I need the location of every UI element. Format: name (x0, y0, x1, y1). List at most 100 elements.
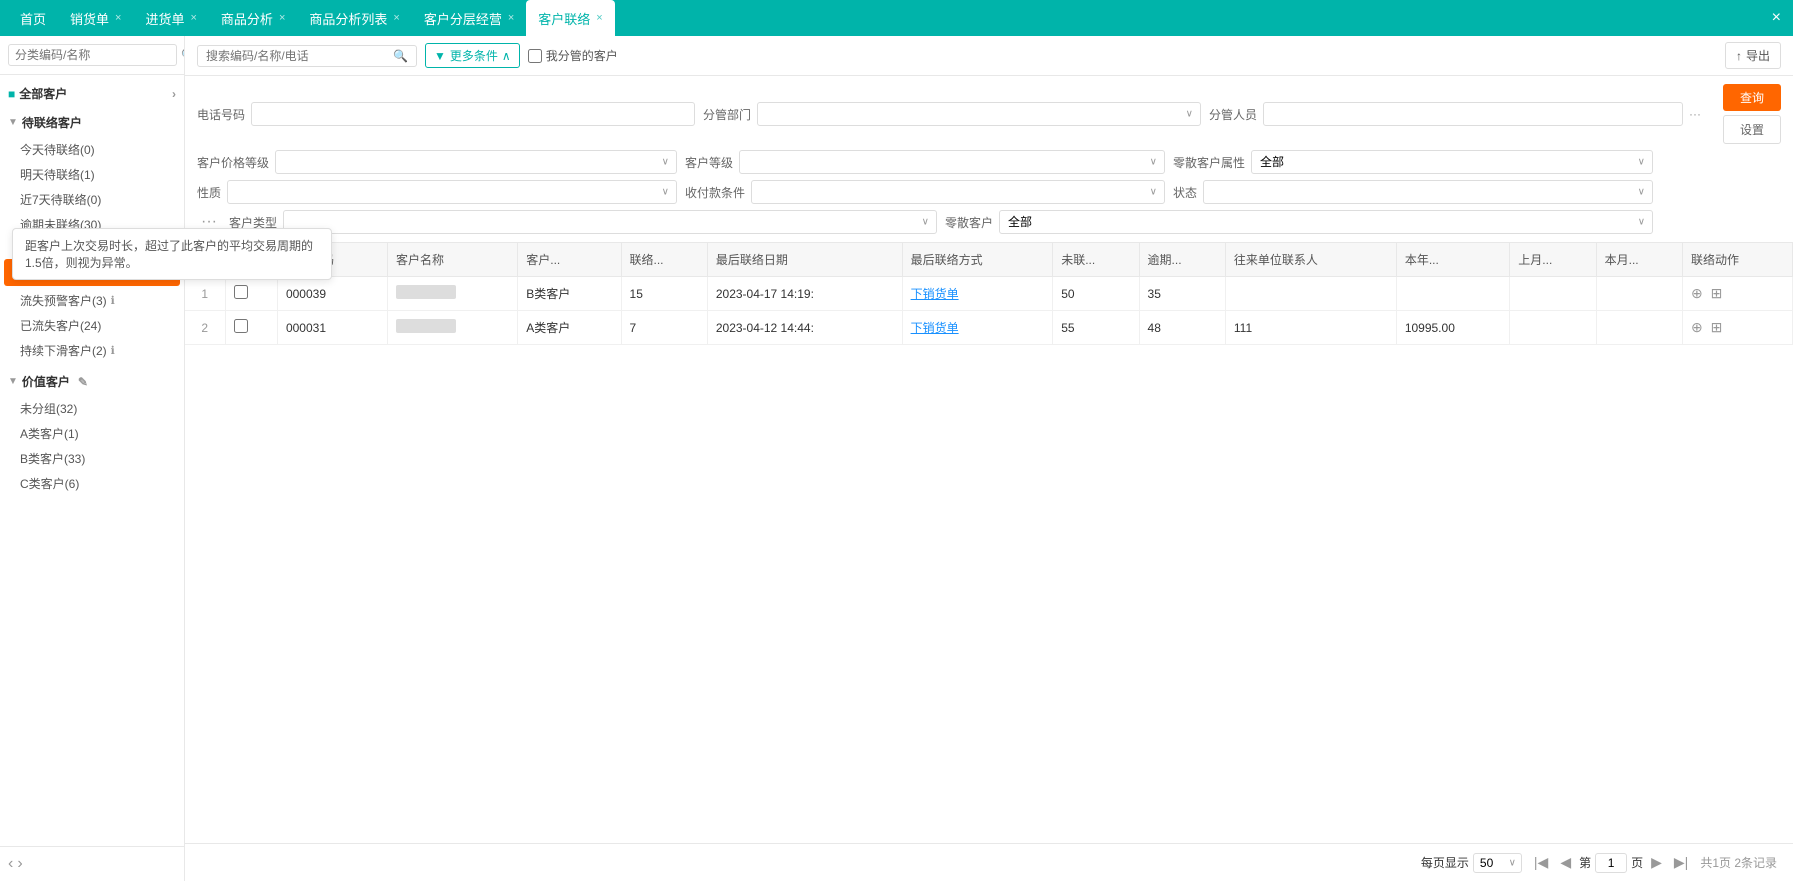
retail-attr-select-wrap: 全部 ∨ (1251, 150, 1653, 174)
value-customer-group[interactable]: ▼ 价值客户 ✎ (0, 367, 184, 396)
price-level-select-wrap: ∨ (275, 150, 677, 174)
page-input[interactable] (1595, 853, 1627, 873)
per-page-select-wrap: 50 20 100 ∨ (1473, 853, 1522, 873)
pending-contact-group[interactable]: ▼ 待联络客户 (0, 108, 184, 137)
row1-more-action-icon[interactable]: ⊞ (1711, 285, 1723, 302)
row1-contact-person (1225, 277, 1396, 311)
sidebar-item-already-lost[interactable]: 已流失客户(24) (0, 313, 184, 338)
more-filter-btn[interactable]: ▼ 更多条件 ∧ (425, 43, 520, 68)
retail-attr-label: 零散客户属性 (1173, 154, 1245, 171)
manager-more-icon[interactable]: ··· (1683, 107, 1707, 121)
col-name: 客户名称 (387, 243, 517, 277)
sidebar-item-lost-risk[interactable]: 流失预警客户(3) ℹ (0, 288, 184, 313)
content-area: 🔍 ▼ 更多条件 ∧ 我分管的客户 ↑ 导出 电话号码 (185, 36, 1793, 881)
price-level-select[interactable] (275, 150, 677, 174)
all-customers-header[interactable]: ■ 全部客户 › (0, 79, 184, 108)
my-customers-checkbox-label[interactable]: 我分管的客户 (528, 47, 618, 64)
sidebar-item-ungroup[interactable]: 未分组(32) (0, 396, 184, 421)
close-product-analysis-icon[interactable]: × (279, 12, 285, 24)
sidebar-item-continuous-decline[interactable]: 持续下滑客户(2) ℹ (0, 338, 184, 363)
sidebar-next-arrow[interactable]: › (17, 855, 22, 873)
export-btn[interactable]: ↑ 导出 (1725, 42, 1781, 69)
row2-last-method: 下销货单 (902, 311, 1053, 345)
main-search-input[interactable] (206, 49, 389, 63)
collapse-icon[interactable]: › (172, 87, 176, 101)
row1-name-blurred (396, 285, 456, 299)
status-select[interactable] (1203, 180, 1653, 204)
row2-contact-icon[interactable]: ⊕ (1691, 319, 1703, 336)
row2-overdue: 48 (1139, 311, 1225, 345)
settings-button[interactable]: 设置 (1723, 115, 1781, 144)
sidebar-item-tomorrow[interactable]: 明天待联络(1) (0, 162, 184, 187)
prev-page-btn[interactable]: ◀ (1556, 852, 1575, 873)
sidebar-item-a-class[interactable]: A类客户(1) (0, 421, 184, 446)
table-row: 2 000031 A类客户 7 2023-04-12 14:44: (185, 311, 1793, 345)
row2-checkbox[interactable] (234, 319, 248, 333)
customer-type-select[interactable] (283, 210, 937, 234)
retail-attr-select[interactable]: 全部 (1251, 150, 1653, 174)
gender-select[interactable] (227, 180, 677, 204)
close-customer-contact-icon[interactable]: × (596, 12, 602, 24)
row2-index: 2 (185, 311, 225, 345)
next-page-btn[interactable]: ▶ (1647, 852, 1666, 873)
main-search-icon[interactable]: 🔍 (393, 49, 408, 63)
sidebar-content: ■ 全部客户 › ▼ 待联络客户 今天待联络(0) 明天待联络(1) 近7天待联… (0, 75, 184, 846)
decline-info-icon[interactable]: ℹ (111, 344, 115, 357)
per-page-section: 每页显示 50 20 100 ∨ (1421, 853, 1522, 873)
nav-item-product-list[interactable]: 商品分析列表 × (297, 0, 411, 36)
nav-item-sales[interactable]: 销货单 × (58, 0, 133, 36)
nav-item-customer-contact[interactable]: 客户联络 × (526, 0, 614, 36)
filter-phone: 电话号码 (197, 102, 695, 126)
retail-customer-select[interactable]: 全部 (999, 210, 1653, 234)
row1-contact-icon[interactable]: ⊕ (1691, 285, 1703, 302)
row2-more-action-icon[interactable]: ⊞ (1711, 319, 1723, 336)
first-page-btn[interactable]: |◀ (1530, 852, 1552, 873)
col-contact-count: 联络... (621, 243, 707, 277)
row2-action-icons: ⊕ ⊞ (1691, 319, 1784, 336)
sidebar: 🔍 ■ 全部客户 › ▼ 待联络客户 今天待联络(0) 明天待联络(1) 近7天… (0, 36, 185, 881)
nav-item-product-analysis[interactable]: 商品分析 × (209, 0, 297, 36)
top-toolbar: 🔍 ▼ 更多条件 ∧ 我分管的客户 ↑ 导出 (185, 36, 1793, 76)
row1-checkbox[interactable] (234, 285, 248, 299)
filter-retail-attr: 零散客户属性 全部 ∨ (1173, 150, 1653, 174)
manager-input[interactable] (1263, 102, 1683, 126)
col-type: 客户... (518, 243, 621, 277)
lost-risk-info-icon[interactable]: ℹ (111, 294, 115, 307)
payment-label: 收付款条件 (685, 184, 745, 201)
close-sales-icon[interactable]: × (115, 12, 121, 24)
row2-unread: 55 (1053, 311, 1139, 345)
phone-input[interactable] (251, 102, 695, 126)
filter-row-3: 性质 ∨ 收付款条件 ∨ 状态 (197, 180, 1781, 204)
filter-manager: 分管人员 ··· (1209, 102, 1707, 126)
row2-method-link[interactable]: 下销货单 (911, 321, 959, 335)
sidebar-item-c-class[interactable]: C类客户(6) (0, 471, 184, 496)
value-customer-edit-icon[interactable]: ✎ (78, 375, 88, 389)
sidebar-prev-arrow[interactable]: ‹ (8, 855, 13, 873)
close-purchase-icon[interactable]: × (190, 12, 196, 24)
payment-select[interactable] (751, 180, 1165, 204)
dept-select[interactable] (757, 102, 1201, 126)
my-customers-checkbox[interactable] (528, 49, 542, 63)
close-product-list-icon[interactable]: × (393, 12, 399, 24)
last-page-btn[interactable]: ▶| (1670, 852, 1692, 873)
filter-dept: 分管部门 ∨ (703, 102, 1201, 126)
sidebar-item-today[interactable]: 今天待联络(0) (0, 137, 184, 162)
row2-this-year: 10995.00 (1396, 311, 1509, 345)
tri-down-icon: ▼ (8, 117, 18, 128)
sidebar-search-input[interactable] (8, 44, 177, 66)
customer-level-select[interactable] (739, 150, 1165, 174)
dept-label: 分管部门 (703, 106, 751, 123)
total-label: 共1页 2条记录 (1700, 854, 1777, 871)
sidebar-item-7days[interactable]: 近7天待联络(0) (0, 187, 184, 212)
close-customer-tier-icon[interactable]: × (508, 12, 514, 24)
row1-method-link[interactable]: 下销货单 (911, 287, 959, 301)
action-buttons: 查询 设置 (1723, 84, 1781, 144)
nav-item-purchase[interactable]: 进货单 × (133, 0, 208, 36)
query-button[interactable]: 查询 (1723, 84, 1781, 111)
nav-item-customer-tier[interactable]: 客户分层经营 × (412, 0, 526, 36)
nav-item-home[interactable]: 首页 (8, 0, 58, 36)
per-page-select[interactable]: 50 20 100 (1473, 853, 1522, 873)
row2-contact-person: 111 (1225, 311, 1396, 345)
close-window-icon[interactable]: × (1772, 9, 1781, 27)
sidebar-item-b-class[interactable]: B类客户(33) (0, 446, 184, 471)
